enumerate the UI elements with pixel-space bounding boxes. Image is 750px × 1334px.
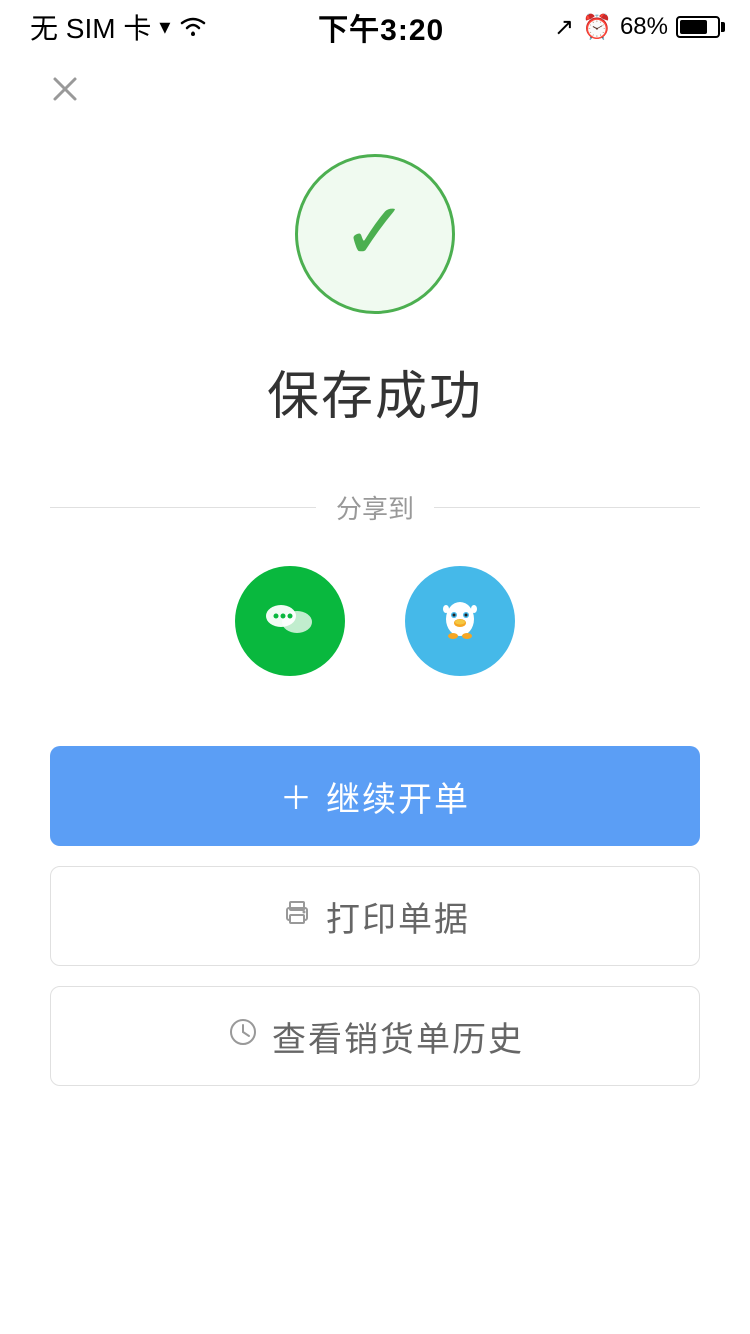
success-circle: ✓ <box>295 154 455 314</box>
divider-line-right <box>434 507 700 508</box>
share-divider: 分享到 <box>50 489 700 526</box>
continue-order-button[interactable]: ＋ 继续开单 <box>50 746 700 846</box>
divider-line-left <box>50 507 316 508</box>
status-left: 无 SIM 卡 ▾ <box>30 7 208 47</box>
printer-svg <box>280 895 314 929</box>
status-right: ↗ ⏰ 68% <box>554 13 720 42</box>
wifi-signal-icon <box>178 15 208 39</box>
wechat-icon <box>259 590 321 652</box>
history-icon <box>226 1015 260 1057</box>
share-icons-row <box>235 566 515 676</box>
print-button[interactable]: 打印单据 <box>50 866 700 966</box>
alarm-icon: ⏰ <box>582 13 612 42</box>
share-qq-button[interactable] <box>405 566 515 676</box>
wifi-icon: ▾ <box>159 14 170 40</box>
checkmark-icon: ✓ <box>341 192 408 272</box>
main-content: ✓ 保存成功 分享到 <box>0 114 750 1334</box>
status-bar: 无 SIM 卡 ▾ 下午3:20 ↗ ⏰ 68% <box>0 0 750 44</box>
close-icon <box>47 71 83 107</box>
success-title: 保存成功 <box>267 354 483 429</box>
print-label: 打印单据 <box>326 892 470 941</box>
history-button[interactable]: 查看销货单历史 <box>50 986 700 1086</box>
print-icon <box>280 895 314 937</box>
continue-order-label: 继续开单 <box>326 772 470 821</box>
status-time: 下午3:20 <box>318 5 444 49</box>
history-label: 查看销货单历史 <box>272 1012 524 1061</box>
no-sim-text: 无 SIM 卡 <box>30 7 151 47</box>
clock-svg <box>226 1015 260 1049</box>
qq-icon <box>430 591 490 651</box>
battery-percent: 68% <box>620 13 668 41</box>
close-button[interactable] <box>40 64 90 114</box>
share-wechat-button[interactable] <box>235 566 345 676</box>
location-icon: ↗ <box>554 13 574 42</box>
share-label: 分享到 <box>336 489 414 526</box>
battery-icon <box>676 16 720 38</box>
plus-icon: ＋ <box>280 773 314 819</box>
action-buttons: ＋ 继续开单 打印单据 查看销货单历史 <box>50 746 700 1086</box>
